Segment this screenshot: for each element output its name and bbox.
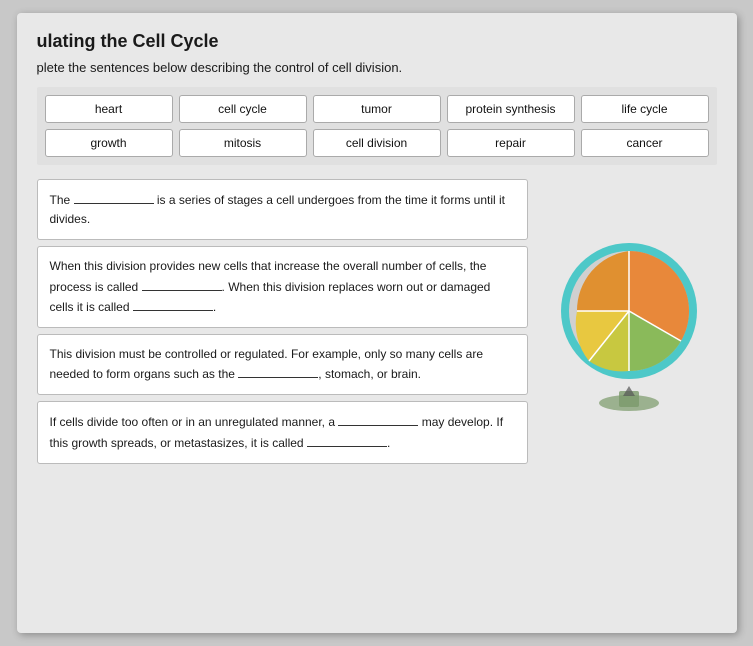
word-life-cycle[interactable]: life cycle bbox=[581, 95, 709, 123]
page-subtitle: plete the sentences below describing the… bbox=[37, 60, 717, 75]
word-heart[interactable]: heart bbox=[45, 95, 173, 123]
questions-column: The is a series of stages a cell undergo… bbox=[37, 179, 528, 464]
blank-4a[interactable] bbox=[338, 412, 418, 426]
word-cancer[interactable]: cancer bbox=[581, 129, 709, 157]
blank-4b[interactable] bbox=[307, 433, 387, 447]
cell-cycle-diagram bbox=[542, 179, 717, 464]
question-3: This division must be controlled or regu… bbox=[37, 334, 528, 395]
word-bank: heart cell cycle tumor protein synthesis… bbox=[37, 87, 717, 165]
word-cell-cycle[interactable]: cell cycle bbox=[179, 95, 307, 123]
content-area: The is a series of stages a cell undergo… bbox=[37, 179, 717, 464]
word-mitosis[interactable]: mitosis bbox=[179, 129, 307, 157]
word-growth[interactable]: growth bbox=[45, 129, 173, 157]
word-cell-division[interactable]: cell division bbox=[313, 129, 441, 157]
blank-2b[interactable] bbox=[133, 297, 213, 311]
word-protein-synthesis[interactable]: protein synthesis bbox=[447, 95, 575, 123]
question-1: The is a series of stages a cell undergo… bbox=[37, 179, 528, 240]
question-4: If cells divide too often or in an unreg… bbox=[37, 401, 528, 463]
main-page: ulating the Cell Cycle plete the sentenc… bbox=[17, 13, 737, 633]
blank-2a[interactable] bbox=[142, 277, 222, 291]
word-repair[interactable]: repair bbox=[447, 129, 575, 157]
word-tumor[interactable]: tumor bbox=[313, 95, 441, 123]
cell-cycle-svg bbox=[544, 221, 714, 421]
question-2: When this division provides new cells th… bbox=[37, 246, 528, 328]
blank-1[interactable] bbox=[74, 190, 154, 204]
page-title: ulating the Cell Cycle bbox=[37, 31, 717, 52]
blank-3[interactable] bbox=[238, 364, 318, 378]
